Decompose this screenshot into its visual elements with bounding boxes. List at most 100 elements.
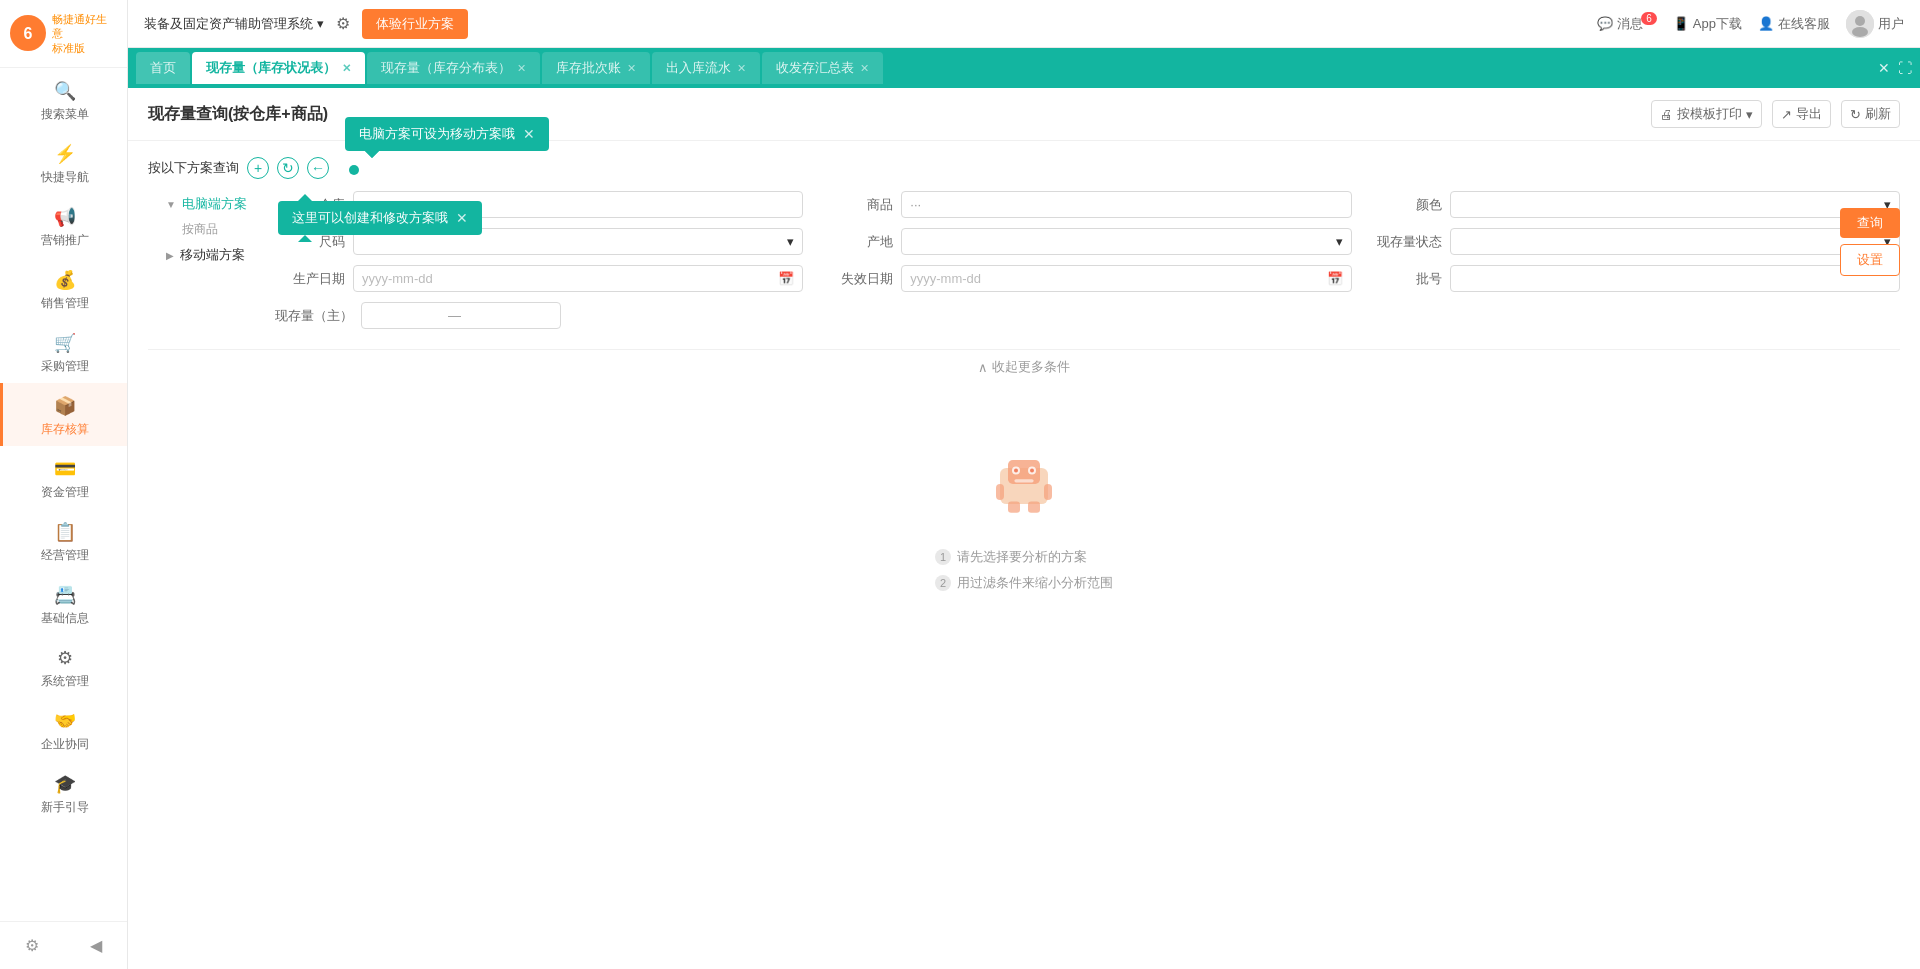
empty-tip-1: 1 请先选择要分析的方案 (935, 544, 1113, 570)
scheme-mobile[interactable]: ▶ 移动端方案 (158, 242, 255, 268)
calendar2-icon: 📅 (1327, 271, 1343, 286)
search-button[interactable]: 查询 (1840, 208, 1900, 238)
sidebar-item-mgmt[interactable]: 📋 经营管理 (0, 509, 127, 572)
product-input[interactable]: ··· (901, 191, 1351, 218)
print-btn[interactable]: 🖨 按模板打印 ▾ (1651, 100, 1762, 128)
logo-area: 6 畅捷通好生意 标准版 (0, 0, 127, 68)
tooltip2-close-btn[interactable]: ✕ (456, 210, 468, 226)
filter-panel: 按以下方案查询 + ↻ ← 电脑方案可设为移动方案哦 ✕ (128, 141, 1920, 384)
origin-chevron: ▾ (1336, 234, 1343, 249)
tab-close-inventory-status[interactable]: ✕ (342, 62, 351, 75)
filter-exp-date: 失效日期 yyyy-mm-dd 📅 (823, 265, 1351, 292)
trial-button[interactable]: 体验行业方案 (362, 9, 468, 39)
app-download-item[interactable]: 📱 App下载 (1673, 15, 1742, 33)
filter-product: 商品 ··· (823, 191, 1351, 218)
msg-item[interactable]: 💬 消息 6 (1597, 15, 1657, 33)
export-btn[interactable]: ↗ 导出 (1772, 100, 1831, 128)
msg-badge: 6 (1641, 12, 1657, 25)
system-select[interactable]: 装备及固定资产辅助管理系统 ▾ (144, 15, 324, 33)
tab-close-all-icon[interactable]: ✕ (1878, 60, 1890, 76)
tab-inventory-dist[interactable]: 现存量（库存分布表） ✕ (367, 52, 540, 84)
filter-batch: 批号 (1372, 265, 1900, 292)
svg-text:6: 6 (24, 25, 33, 42)
svg-rect-12 (996, 484, 1004, 500)
filter-inventory-main: 现存量（主） — (275, 302, 1900, 329)
tab-batch-ledger[interactable]: 库存批次账 ✕ (542, 52, 650, 84)
sidebar-item-sales[interactable]: 💰 销售管理 (0, 257, 127, 320)
sidebar-item-assets[interactable]: 💳 资金管理 (0, 446, 127, 509)
tab-home[interactable]: 首页 (136, 52, 190, 84)
avatar (1846, 10, 1874, 38)
service-icon: 👤 (1758, 16, 1774, 31)
tab-fullscreen-icon[interactable]: ⛶ (1898, 60, 1912, 76)
bottom-settings-btn[interactable]: ⚙ (21, 932, 43, 959)
sidebar-item-system[interactable]: ⚙ 系统管理 (0, 635, 127, 698)
tab-close-recv-summary[interactable]: ✕ (860, 62, 869, 75)
scheme-sub[interactable]: 按商品 (158, 217, 255, 242)
batch-label: 批号 (1372, 270, 1442, 288)
sidebar-item-coop[interactable]: 🤝 企业协同 (0, 698, 127, 761)
sidebar: 6 畅捷通好生意 标准版 🔍 搜索菜单 ⚡ 快捷导航 📢 营销推广 💰 销售管理… (0, 0, 128, 969)
purchase-icon: 🛒 (54, 332, 76, 354)
inventory-icon: 📦 (54, 395, 76, 417)
sidebar-item-basic[interactable]: 📇 基础信息 (0, 572, 127, 635)
empty-illustration (984, 444, 1064, 524)
sidebar-item-marketing[interactable]: 📢 营销推广 (0, 194, 127, 257)
tooltip1-close-btn[interactable]: ✕ (523, 126, 535, 142)
logo-icon: 6 (10, 15, 46, 51)
dot-indicator (349, 165, 359, 175)
sidebar-item-quick[interactable]: ⚡ 快捷导航 (0, 131, 127, 194)
page-title: 现存量查询(按仓库+商品) (148, 104, 328, 125)
header-right: 💬 消息 6 📱 App下载 👤 在线客服 用户 (1597, 10, 1904, 38)
tab-close-inventory-dist[interactable]: ✕ (517, 62, 526, 75)
filter-back-btn[interactable]: ← (307, 157, 329, 179)
coop-icon: 🤝 (54, 710, 76, 732)
filter-refresh-btn[interactable]: ↻ (277, 157, 299, 179)
inventory-main-input[interactable]: — (361, 302, 561, 329)
scheme-desktop[interactable]: ▼ 电脑端方案 (158, 191, 255, 217)
inventory-to[interactable] (469, 308, 539, 323)
svg-rect-11 (1014, 479, 1033, 482)
tab-close-batch-ledger[interactable]: ✕ (627, 62, 636, 75)
reset-button[interactable]: 设置 (1840, 244, 1900, 276)
collapse-row[interactable]: ∧ 收起更多条件 (148, 349, 1900, 384)
origin-label: 产地 (823, 233, 893, 251)
inventory-from[interactable] (370, 308, 440, 323)
origin-select[interactable]: ▾ (901, 228, 1351, 255)
svg-point-3 (1855, 16, 1865, 26)
sidebar-item-search[interactable]: 🔍 搜索菜单 (0, 68, 127, 131)
tab-close-in-out-flow[interactable]: ✕ (737, 62, 746, 75)
assets-icon: 💳 (54, 458, 76, 480)
tab-inventory-status[interactable]: 现存量（库存状况表） ✕ (192, 52, 365, 84)
refresh-btn[interactable]: ↻ 刷新 (1841, 100, 1900, 128)
sidebar-item-newbie[interactable]: 🎓 新手引导 (0, 761, 127, 824)
stock-status-select[interactable]: ▾ (1450, 228, 1900, 255)
filter-stock-status: 现存量状态 ▾ (1372, 228, 1900, 255)
content-area: 现存量查询(按仓库+商品) 🖨 按模板打印 ▾ ↗ 导出 ↻ 刷新 (128, 88, 1920, 969)
product-label: 商品 (823, 196, 893, 214)
online-service-item[interactable]: 👤 在线客服 (1758, 15, 1830, 33)
exp-date-input[interactable]: yyyy-mm-dd 📅 (901, 265, 1351, 292)
batch-input[interactable] (1450, 265, 1900, 292)
marketing-icon: 📢 (54, 206, 76, 228)
empty-tip-2: 2 用过滤条件来缩小分析范围 (935, 570, 1113, 596)
prod-date-label: 生产日期 (275, 270, 345, 288)
scheme-area: ▼ 电脑端方案 按商品 ▶ 移动端方案 这里可以创建和修改方案哦 ✕ (148, 191, 1900, 341)
filter-add-btn[interactable]: + (247, 157, 269, 179)
sidebar-item-purchase[interactable]: 🛒 采购管理 (0, 320, 127, 383)
sidebar-item-inventory[interactable]: 📦 库存核算 (0, 383, 127, 446)
settings-icon[interactable]: ⚙ (336, 14, 350, 33)
svg-point-9 (1014, 468, 1018, 472)
filter-row-1: 仓库 ··· 商品 ··· (275, 191, 1900, 218)
user-item[interactable]: 用户 (1846, 10, 1904, 38)
sidebar-bottom: ⚙ ◀ (0, 921, 127, 969)
calendar-icon: 📅 (778, 271, 794, 286)
tab-in-out-flow[interactable]: 出入库流水 ✕ (652, 52, 760, 84)
exp-date-label: 失效日期 (823, 270, 893, 288)
color-select[interactable]: ▾ (1450, 191, 1900, 218)
bottom-collapse-btn[interactable]: ◀ (86, 932, 106, 959)
prod-date-input[interactable]: yyyy-mm-dd 📅 (353, 265, 803, 292)
tab-recv-summary[interactable]: 收发存汇总表 ✕ (762, 52, 883, 84)
phone-icon: 📱 (1673, 16, 1689, 31)
refresh-icon: ↻ (1850, 107, 1861, 122)
